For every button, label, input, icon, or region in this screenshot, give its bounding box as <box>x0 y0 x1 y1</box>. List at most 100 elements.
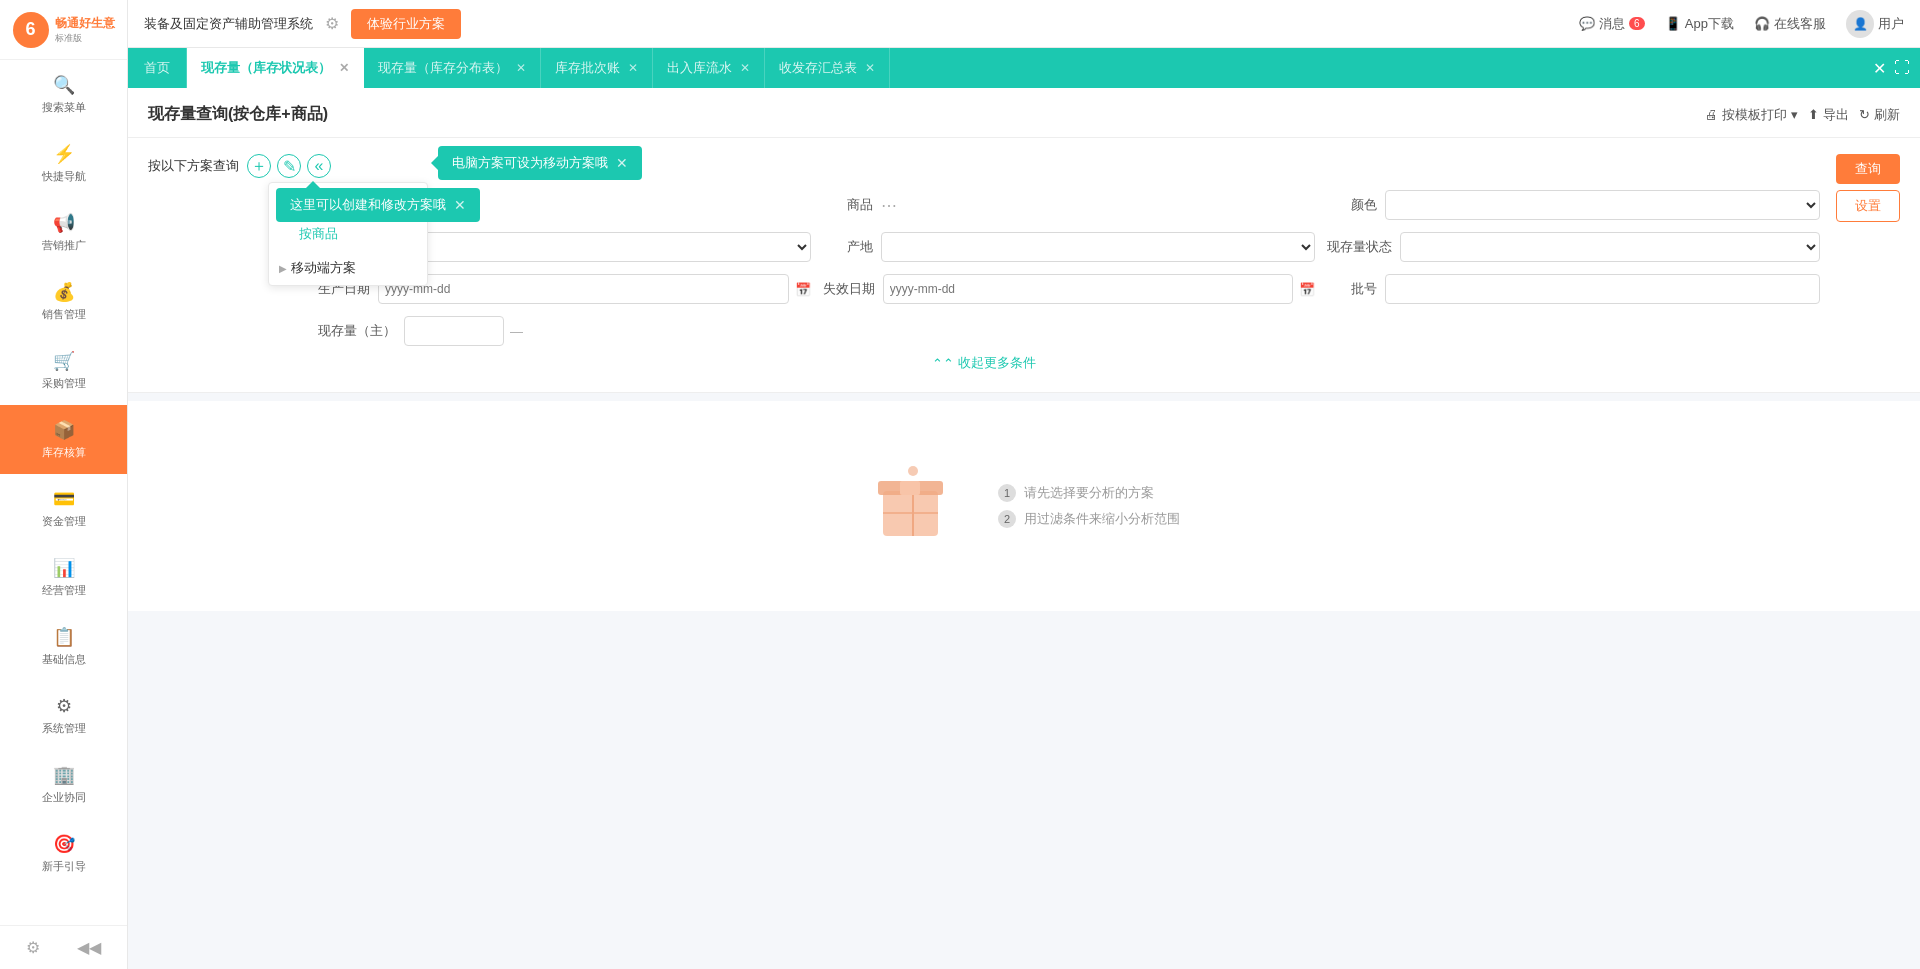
empty-hint-2: 2 用过滤条件来缩小分析范围 <box>998 510 1180 528</box>
tab-expand-icon[interactable]: ⛶ <box>1894 59 1910 77</box>
color-label: 颜色 <box>1327 196 1377 214</box>
origin-select[interactable] <box>881 232 1316 262</box>
tab-close-all-icon[interactable]: ✕ <box>1873 59 1886 78</box>
sidebar-item-guide[interactable]: 🎯 新手引导 <box>0 819 127 888</box>
tab-close-inventory-dist[interactable]: ✕ <box>516 61 526 75</box>
search-btn-group: 查询 设置 <box>1836 154 1900 222</box>
production-date-input[interactable] <box>378 274 789 304</box>
header-settings-icon[interactable]: ⚙ <box>325 14 339 33</box>
edit-scheme-button[interactable]: ✎ <box>277 154 301 178</box>
tab-inventory-dist[interactable]: 现存量（库存分布表） ✕ <box>364 48 541 88</box>
empty-hint-1-text: 请先选择要分析的方案 <box>1024 484 1154 502</box>
collapse-sidebar-icon[interactable]: ◀◀ <box>77 938 101 957</box>
search-button[interactable]: 查询 <box>1836 154 1900 184</box>
color-select[interactable] <box>1385 190 1820 220</box>
range-separator: — <box>510 324 523 339</box>
sidebar-item-basic[interactable]: 📋 基础信息 <box>0 612 127 681</box>
tab-close-batch[interactable]: ✕ <box>628 61 638 75</box>
scheme-tree-desktop-sub-item[interactable]: 按商品 <box>289 217 427 251</box>
refresh-button[interactable]: ↻ 刷新 <box>1859 106 1900 124</box>
svg-rect-2 <box>900 481 920 495</box>
create-scheme-tooltip-wrap: 这里可以创建和修改方案哦 ✕ <box>276 188 480 222</box>
tab-recv-summary-label: 收发存汇总表 <box>779 59 857 77</box>
app-download-action[interactable]: 📱 App下载 <box>1665 15 1734 33</box>
tab-inventory-status-label: 现存量（库存状况表） <box>201 59 331 77</box>
filter-section: 按以下方案查询 ＋ ✎ « 电脑方案可设为移动方案哦 ✕ <box>128 138 1920 393</box>
print-chevron-icon: ▾ <box>1791 107 1798 122</box>
enterprise-icon: 🏢 <box>53 764 75 786</box>
page-actions: 🖨 按模板打印 ▾ ⬆ 导出 ↻ 刷新 <box>1705 106 1900 136</box>
tab-io-flow[interactable]: 出入库流水 ✕ <box>653 48 765 88</box>
sidebar-item-search[interactable]: 🔍 搜索菜单 <box>0 60 127 129</box>
tab-close-inventory-status[interactable]: ✕ <box>339 61 349 75</box>
create-scheme-tooltip-text: 这里可以创建和修改方案哦 <box>290 196 446 214</box>
inventory-range-min[interactable] <box>404 316 504 346</box>
export-button[interactable]: ⬆ 导出 <box>1808 106 1849 124</box>
sidebar-item-enterprise[interactable]: 🏢 企业协同 <box>0 750 127 819</box>
sidebar-item-marketing[interactable]: 📢 营销推广 <box>0 198 127 267</box>
reset-button[interactable]: 设置 <box>1836 190 1900 222</box>
filter-header: 按以下方案查询 ＋ ✎ « 电脑方案可设为移动方案哦 ✕ <box>148 154 1820 178</box>
scheme-mobile-label: 移动端方案 <box>291 259 356 277</box>
scheme-tree-mobile[interactable]: ▶ 移动端方案 <box>269 251 427 285</box>
desktop-scheme-tooltip-close[interactable]: ✕ <box>616 155 628 171</box>
sidebar-item-finance[interactable]: 💳 资金管理 <box>0 474 127 543</box>
tab-batch-account[interactable]: 库存批次账 ✕ <box>541 48 653 88</box>
collapse-chevron-icon: ⌃⌃ <box>932 356 954 371</box>
tab-close-recv[interactable]: ✕ <box>865 61 875 75</box>
expiry-date-input[interactable] <box>883 274 1294 304</box>
production-date-calendar-icon[interactable]: 📅 <box>795 282 811 297</box>
scheme-tree-desktop-sub: 按商品 <box>269 217 427 251</box>
collapse-label: 收起更多条件 <box>958 354 1036 372</box>
avatar: 👤 <box>1846 10 1874 38</box>
left-arrow-button[interactable]: « <box>307 154 331 178</box>
sidebar-item-purchase[interactable]: 🛒 采购管理 <box>0 336 127 405</box>
hint-num-1: 1 <box>998 484 1016 502</box>
desktop-scheme-tooltip: 电脑方案可设为移动方案哦 ✕ <box>438 146 642 180</box>
collapse-button[interactable]: ⌃⌃ 收起更多条件 <box>932 354 1036 372</box>
sidebar-item-quicknav[interactable]: ⚡ 快捷导航 <box>0 129 127 198</box>
goods-dots[interactable]: ⋯ <box>881 196 897 215</box>
sidebar-nav: 🔍 搜索菜单 ⚡ 快捷导航 📢 营销推广 💰 销售管理 🛒 采购管理 📦 <box>0 60 127 925</box>
print-template-button[interactable]: 🖨 按模板打印 ▾ <box>1705 106 1798 124</box>
user-action[interactable]: 👤 用户 <box>1846 10 1904 38</box>
sidebar-item-sales[interactable]: 💰 销售管理 <box>0 267 127 336</box>
message-label: 消息 <box>1599 15 1625 33</box>
goods-field: 商品 ⋯ <box>823 190 1316 220</box>
system-title: 装备及固定资产辅助管理系统 <box>144 15 313 33</box>
empty-box-svg <box>868 461 958 551</box>
online-support-action[interactable]: 🎧 在线客服 <box>1754 15 1826 33</box>
tab-inventory-dist-label: 现存量（库存分布表） <box>378 59 508 77</box>
sidebar: 6 畅通好生意 标准版 🔍 搜索菜单 ⚡ 快捷导航 📢 营销推广 💰 销售管理 <box>0 0 128 969</box>
expiry-date-input-wrap: 📅 <box>883 274 1316 304</box>
expiry-date-calendar-icon[interactable]: 📅 <box>1299 282 1315 297</box>
desktop-scheme-tooltip-wrap: 电脑方案可设为移动方案哦 ✕ <box>438 146 642 180</box>
tab-close-io[interactable]: ✕ <box>740 61 750 75</box>
tab-home[interactable]: 首页 <box>128 48 187 88</box>
inventory-state-select[interactable] <box>1400 232 1820 262</box>
message-action[interactable]: 💬 消息 6 <box>1579 15 1645 33</box>
experience-button[interactable]: 体验行业方案 <box>351 9 461 39</box>
desktop-scheme-tooltip-text: 电脑方案可设为移动方案哦 <box>452 154 608 172</box>
sidebar-item-inventory[interactable]: 📦 库存核算 <box>0 405 127 474</box>
page-content: 现存量查询(按仓库+商品) 🖨 按模板打印 ▾ ⬆ 导出 ↻ 刷新 <box>128 88 1920 969</box>
sales-icon: 💰 <box>53 281 75 303</box>
add-scheme-button[interactable]: ＋ <box>247 154 271 178</box>
svg-point-5 <box>908 466 918 476</box>
size-select[interactable] <box>376 232 811 262</box>
batch-input[interactable] <box>1385 274 1820 304</box>
sidebar-item-system[interactable]: ⚙ 系统管理 <box>0 681 127 750</box>
message-icon: 💬 <box>1579 16 1595 31</box>
tab-bar: 首页 现存量（库存状况表） ✕ 现存量（库存分布表） ✕ 库存批次账 ✕ 出入库… <box>128 48 1920 88</box>
tab-recv-summary[interactable]: 收发存汇总表 ✕ <box>765 48 890 88</box>
user-label: 用户 <box>1878 15 1904 33</box>
support-icon: 🎧 <box>1754 16 1770 31</box>
inventory-state-label: 现存量状态 <box>1327 238 1392 256</box>
create-scheme-tooltip-close[interactable]: ✕ <box>454 197 466 213</box>
settings-bottom-icon[interactable]: ⚙ <box>26 938 40 957</box>
tree-toggle-mobile: ▶ <box>279 263 287 274</box>
logo-icon: 6 <box>13 12 49 48</box>
tab-inventory-status[interactable]: 现存量（库存状况表） ✕ <box>187 48 364 88</box>
operations-icon: 📊 <box>53 557 75 579</box>
sidebar-item-operations[interactable]: 📊 经营管理 <box>0 543 127 612</box>
